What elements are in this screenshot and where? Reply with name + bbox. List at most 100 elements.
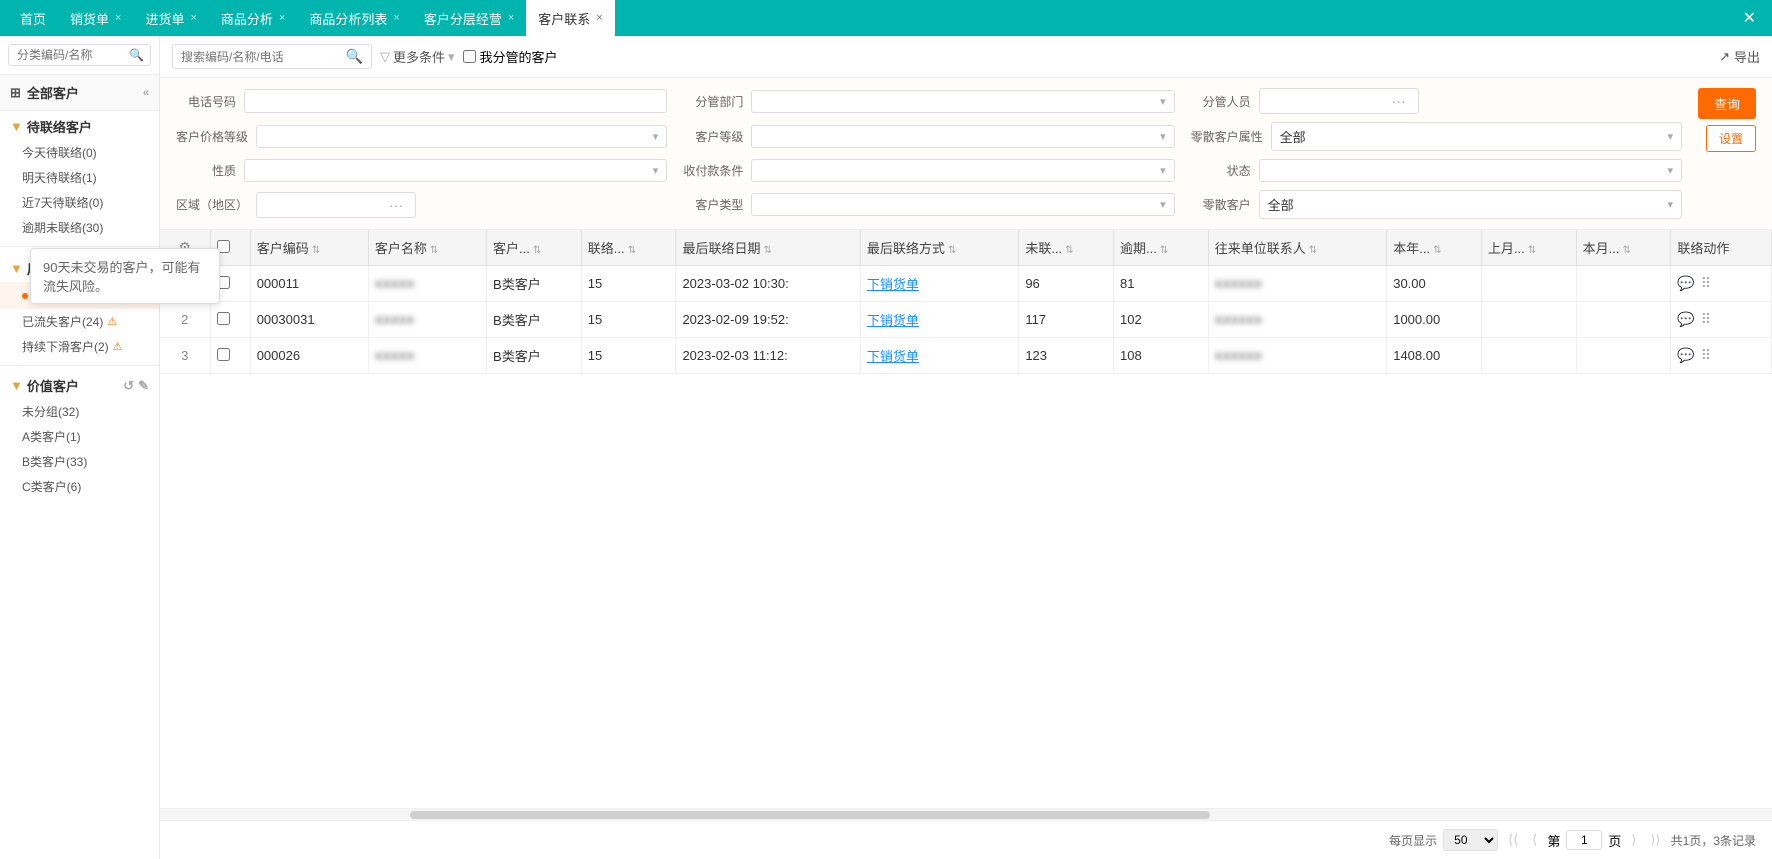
td-contact-1: 15 [581,266,676,302]
tab-customer-tier-close[interactable]: × [508,12,514,24]
filter-region-dots[interactable]: ··· [385,197,407,213]
filter-row-4: 区域（地区） ··· 客户类型 ▾ [176,190,1682,219]
action-more-icon-1[interactable]: ⠿ [1701,275,1711,292]
filter-chevron: ▾ [448,49,455,65]
nav-close-button[interactable]: ✕ [1735,8,1764,28]
tab-sales-order[interactable]: 销货单 × [58,0,133,36]
sidebar-item-c-class[interactable]: C类客户(6) [0,474,159,499]
tab-product-list-close[interactable]: × [393,12,399,24]
sort-date[interactable]: ⇅ [763,245,771,256]
action-more-icon-2[interactable]: ⠿ [1701,311,1711,328]
total-label: 共1页，3条记录 [1671,832,1756,849]
sidebar-all-customers[interactable]: ⊞ 全部客户 « [0,75,159,111]
tab-purchase-order[interactable]: 进货单 × [133,0,208,36]
sort-uncontacted[interactable]: ⇅ [1065,245,1073,256]
scroll-thumb[interactable] [410,811,1210,819]
td-method-3: 下销货单 [860,338,1018,374]
search-input-wrap: 🔍 [172,44,372,69]
filter-price-level-select[interactable]: ▾ [256,125,667,148]
filter-region-label: 区域（地区） [176,196,248,213]
page-size-select[interactable]: 50 100 200 [1443,829,1498,851]
search-input[interactable] [181,50,346,64]
sidebar-search-icon: 🔍 [129,48,144,62]
first-page-button[interactable]: ⟨⟨ [1504,830,1522,850]
tab-customer-contact[interactable]: 客户联系 × [526,0,614,36]
chevron-level: ▾ [1160,130,1166,143]
filter-customer-level-select[interactable]: ▾ [751,125,1174,148]
chevron-nature: ▾ [653,164,659,177]
sort-last-month[interactable]: ⇅ [1528,245,1536,256]
sort-contact-person[interactable]: ⇅ [1309,245,1317,256]
next-page-button[interactable]: ⟩ [1627,830,1640,850]
action-more-icon-3[interactable]: ⠿ [1701,347,1711,364]
tab-product-analysis-list[interactable]: 商品分析列表 × [297,0,411,36]
sidebar-item-ungrouped[interactable]: 未分组(32) [0,399,159,424]
prev-page-button[interactable]: ⟨ [1528,830,1541,850]
export-button[interactable]: ↗ 导出 [1719,47,1760,66]
filter-customer-type: 客户类型 ▾ [683,193,1174,216]
table-row: 3 000026 ■■■■■ B类客户 15 2023-02-03 11:12:… [160,338,1772,374]
home-tab-label: 首页 [20,9,46,28]
home-tab[interactable]: 首页 [8,0,58,36]
sort-code[interactable]: ⇅ [312,245,320,256]
refresh-icon[interactable]: ↺ [123,378,134,394]
filter-payment-select[interactable]: ▾ [751,159,1174,182]
row3-checkbox[interactable] [217,348,230,361]
last-page-button[interactable]: ⟩⟩ [1646,830,1664,850]
sidebar-item-tomorrow[interactable]: 明天待联络(1) [0,165,159,190]
sidebar-item-declining[interactable]: 持续下滑客户(2) ⚠ [0,334,159,359]
search-button-icon[interactable]: 🔍 [346,48,363,65]
sidebar-item-a-class[interactable]: A类客户(1) [0,424,159,449]
sidebar-item-b-class[interactable]: B类客户(33) [0,449,159,474]
sort-this-year[interactable]: ⇅ [1433,245,1441,256]
method-link-2[interactable]: 下销货单 [867,313,919,328]
method-link-3[interactable]: 下销货单 [867,349,919,364]
filter-nature-select[interactable]: ▾ [244,159,667,182]
filter-dept-select[interactable]: ▾ [751,90,1174,113]
sidebar-item-7days[interactable]: 近7天待联络(0) [0,190,159,215]
sort-this-month[interactable]: ⇅ [1622,245,1630,256]
sort-name[interactable]: ⇅ [430,245,438,256]
page-number-input[interactable] [1566,830,1602,850]
td-contact-2: 15 [581,302,676,338]
sidebar-item-overdue-contact[interactable]: 逾期未联络(30) [0,215,159,240]
filter-phone-input[interactable] [244,89,667,113]
my-customers-checkbox[interactable] [463,50,476,63]
td-type-2: B类客户 [487,302,582,338]
sort-contact[interactable]: ⇅ [628,245,636,256]
filter-button[interactable]: ▽ 更多条件 ▾ [380,47,455,66]
filter-scatter-select[interactable]: 全部 ▾ [1259,190,1682,219]
tab-product-analysis[interactable]: 商品分析 × [209,0,297,36]
row2-checkbox[interactable] [217,312,230,325]
sort-type[interactable]: ⇅ [533,245,541,256]
tab-customer-tier[interactable]: 客户分层经营 × [412,0,526,36]
tab-customer-contact-close[interactable]: × [596,12,602,24]
tab-sales-close[interactable]: × [115,12,121,24]
horizontal-scrollbar[interactable] [160,808,1772,820]
query-button[interactable]: 查询 [1698,88,1756,119]
action-chat-icon-3[interactable]: 💬 [1677,347,1694,364]
edit-icon[interactable]: ✎ [138,378,149,394]
sort-overdue[interactable]: ⇅ [1160,245,1168,256]
td-checkbox-3 [210,338,250,374]
sort-method[interactable]: ⇅ [948,245,956,256]
filter-status-select[interactable]: ▾ [1259,159,1682,182]
method-link-1[interactable]: 下销货单 [867,277,919,292]
sidebar-item-lost-customers[interactable]: 已流失客户(24) ⚠ [0,309,159,334]
filter-scatter-attr-select[interactable]: 全部 ▾ [1271,122,1682,151]
tab-sales-label: 销货单 [70,9,109,28]
tab-product-close[interactable]: × [279,12,285,24]
action-chat-icon-1[interactable]: 💬 [1677,275,1694,292]
chevron-status: ▾ [1667,164,1673,177]
sidebar: 🔍 ⊞ 全部客户 « ▼ 待联络客户 今天待联络(0) 明天待联络(1) 近7天… [0,36,160,859]
filter-manager-dots[interactable]: ··· [1388,93,1410,109]
customers-table: ⚙ 客户编码⇅ 客户名称⇅ 客户...⇅ [160,230,1772,374]
settings-button[interactable]: 设置 [1706,125,1756,152]
th-customer-name: 客户名称⇅ [368,230,486,266]
th-this-year: 本年...⇅ [1387,230,1482,266]
td-date-1: 2023-03-02 10:30: [676,266,860,302]
sidebar-item-today[interactable]: 今天待联络(0) [0,140,159,165]
filter-customer-type-select[interactable]: ▾ [751,193,1174,216]
tab-purchase-close[interactable]: × [190,12,196,24]
action-chat-icon-2[interactable]: 💬 [1677,311,1694,328]
